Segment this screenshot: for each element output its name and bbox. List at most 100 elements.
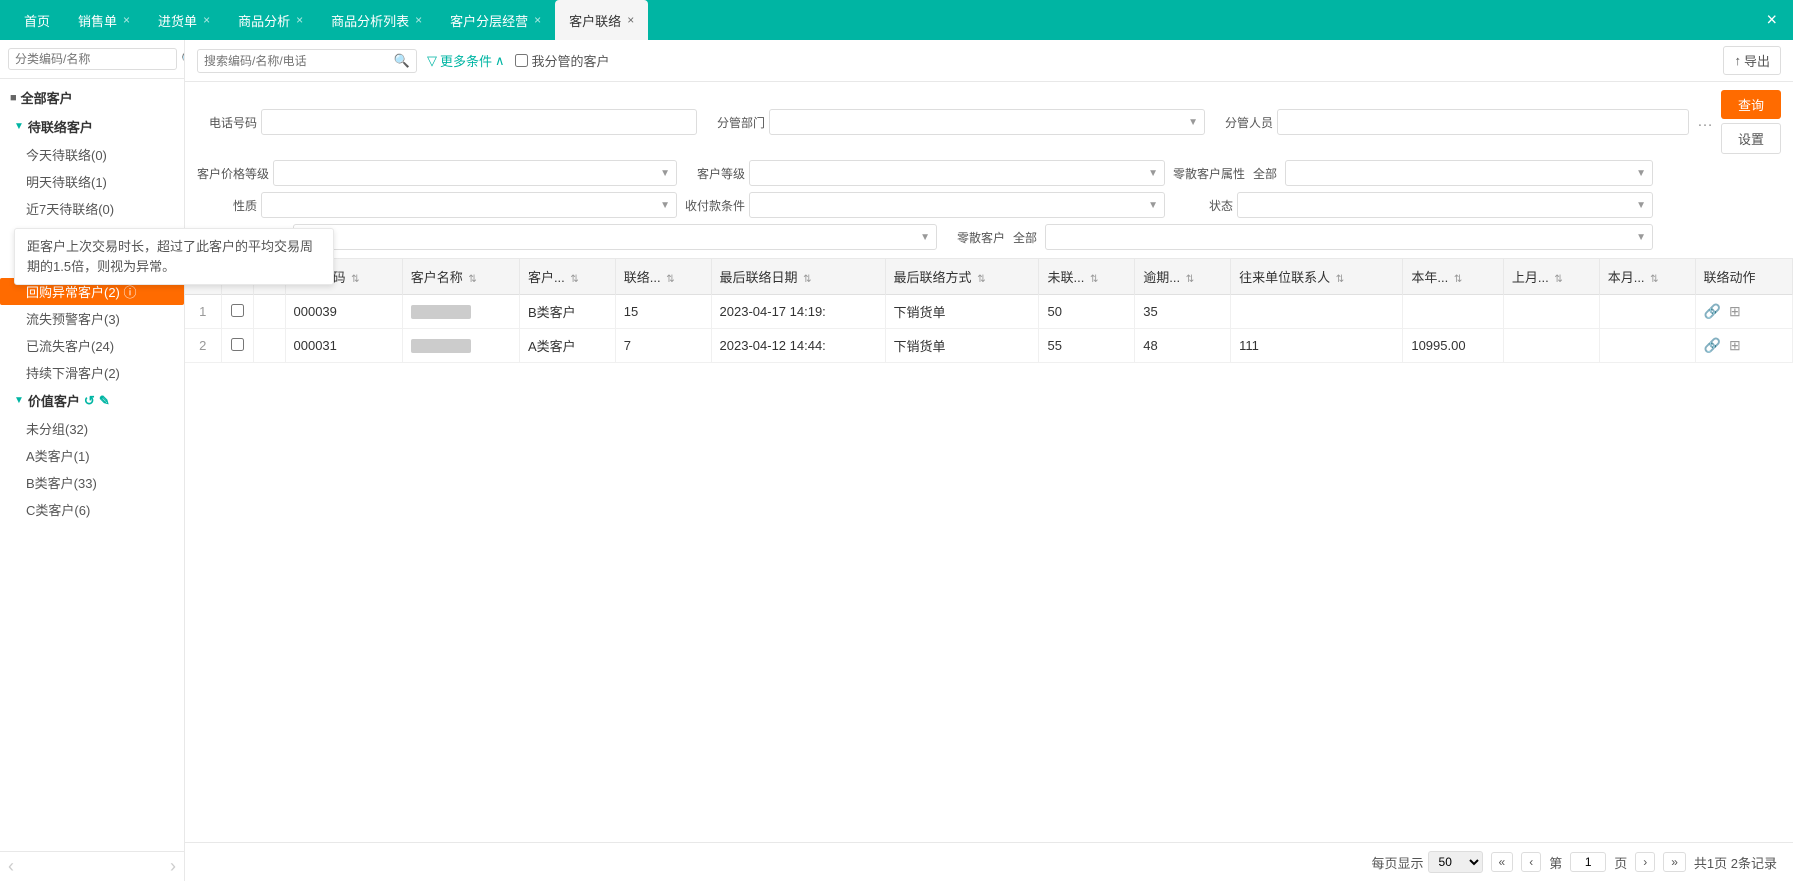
close-product-analysis-tab[interactable]: × — [296, 13, 303, 27]
value-customer-edit-icon[interactable]: ✎ — [99, 393, 110, 409]
col-this-year-header[interactable]: 本年... ⇅ — [1403, 259, 1504, 295]
cell-uncontacted-1: 50 — [1039, 295, 1135, 329]
nav-product-analysis[interactable]: 商品分析 × — [224, 0, 317, 40]
query-button[interactable]: 查询 — [1721, 90, 1781, 119]
sort-contact-icon: ⇅ — [666, 274, 674, 285]
nav-purchase[interactable]: 进货单 × — [144, 0, 224, 40]
sidebar-search-input[interactable] — [8, 48, 177, 70]
next-page-button[interactable]: › — [1635, 852, 1655, 872]
row-1-checkbox[interactable] — [231, 304, 244, 317]
col-unit-contact-header[interactable]: 往来单位联系人 ⇅ — [1231, 259, 1403, 295]
nav-sales[interactable]: 销售单 × — [64, 0, 144, 40]
filter-status-select[interactable]: ▼ — [1237, 192, 1653, 218]
filter-retail-customer-select[interactable]: ▼ — [1045, 224, 1653, 250]
cell-type-2: A类客户 — [519, 329, 615, 363]
col-last-contact-date-header[interactable]: 最后联络日期 ⇅ — [711, 259, 885, 295]
filter-row-3: 性质 ▼ 收付款条件 ▼ 状态 — [197, 192, 1781, 218]
settings-button[interactable]: 设置 — [1721, 123, 1781, 154]
col-last-contact-method-header[interactable]: 最后联络方式 ⇅ — [885, 259, 1039, 295]
export-button[interactable]: ↑ 导出 — [1723, 46, 1781, 75]
first-page-button[interactable]: « — [1491, 852, 1514, 872]
col-this-month-header[interactable]: 本月... ⇅ — [1599, 259, 1695, 295]
close-sales-tab[interactable]: × — [123, 13, 130, 27]
nav-customer-contact[interactable]: 客户联络 × — [555, 0, 648, 40]
filter-payment-select[interactable]: ▼ — [749, 192, 1165, 218]
row-2-checkbox[interactable] — [231, 338, 244, 351]
sidebar-item-today[interactable]: 今天待联络(0) — [0, 141, 184, 168]
sidebar-item-c-class[interactable]: C类客户(6) — [0, 496, 184, 523]
nav-customer-layer[interactable]: 客户分层经营 × — [436, 0, 555, 40]
sidebar-item-churn-warning[interactable]: 流失预警客户(3) — [0, 305, 184, 332]
sort-unit-contact-icon: ⇅ — [1336, 274, 1344, 285]
total-label: 共1页 2条记录 — [1694, 853, 1777, 872]
content-area: 🔍 ▽ 更多条件 ∧ 我分管的客户 ↑ 导出 — [185, 40, 1793, 881]
sidebar-item-7days[interactable]: 近7天待联络(0) — [0, 195, 184, 222]
method-link-1[interactable]: 下销货单 — [894, 305, 946, 320]
close-customer-contact-tab[interactable]: × — [627, 13, 634, 27]
col-last-month-header[interactable]: 上月... ⇅ — [1503, 259, 1599, 295]
close-customer-layer-tab[interactable]: × — [534, 13, 541, 27]
sidebar-section-waiting[interactable]: ▼ 待联络客户 — [0, 112, 184, 141]
row-1-link-icon[interactable]: 🔗 — [1704, 303, 1721, 320]
page-number-input[interactable] — [1570, 852, 1606, 872]
filter-nature-select[interactable]: ▼ — [261, 192, 677, 218]
filter-retail-attr-select[interactable]: ▼ — [1285, 160, 1653, 186]
filter-row-1: 电话号码 分管部门 ▼ 分管人员 … 查询 设置 — [197, 90, 1781, 154]
sidebar-item-ungrouped[interactable]: 未分组(32) — [0, 415, 184, 442]
close-purchase-tab[interactable]: × — [203, 13, 210, 27]
more-conditions-btn[interactable]: ▽ 更多条件 ∧ — [427, 51, 505, 70]
col-type-header[interactable]: 客户... ⇅ — [519, 259, 615, 295]
filter-manager-dots[interactable]: … — [1697, 113, 1713, 131]
row-2-link-icon[interactable]: 🔗 — [1704, 337, 1721, 354]
col-uncontacted-header[interactable]: 未联... ⇅ — [1039, 259, 1135, 295]
page-size-select[interactable]: 50 100 200 — [1428, 851, 1483, 873]
last-page-button[interactable]: » — [1663, 852, 1686, 872]
row-2-grid-icon[interactable]: ⊞ — [1729, 337, 1741, 354]
blurred-name-1 — [411, 305, 471, 319]
cell-checkbox-2 — [221, 329, 253, 363]
filter-customer-type-select[interactable]: ▼ — [293, 224, 937, 250]
row-1-grid-icon[interactable]: ⊞ — [1729, 303, 1741, 320]
col-overdue-header[interactable]: 逾期... ⇅ — [1135, 259, 1231, 295]
filter-payment-label: 收付款条件 — [685, 197, 745, 214]
table-wrap: ⚙ 客户编码 ⇅ 客户名称 ⇅ 客户... ⇅ — [185, 259, 1793, 842]
sidebar-bottom-right-arrow[interactable]: › — [170, 856, 176, 877]
search-input[interactable] — [204, 54, 394, 68]
window-close-button[interactable]: × — [1766, 10, 1777, 31]
sidebar-item-a-class[interactable]: A类客户(1) — [0, 442, 184, 469]
filter-phone-input[interactable] — [261, 109, 697, 135]
filter-customer-grade-select[interactable]: ▼ — [749, 160, 1165, 186]
search-wrap: 🔍 — [197, 49, 417, 73]
sidebar-section-value[interactable]: ▼ 价值客户 ↺ ✎ — [0, 386, 184, 415]
cell-unit-contact-1 — [1231, 295, 1403, 329]
payment-dropdown-arrow: ▼ — [1148, 200, 1158, 211]
col-name-header[interactable]: 客户名称 ⇅ — [402, 259, 519, 295]
nav-product-list[interactable]: 商品分析列表 × — [317, 0, 436, 40]
sidebar-item-b-class[interactable]: B类客户(33) — [0, 469, 184, 496]
prev-page-button[interactable]: ‹ — [1521, 852, 1541, 872]
sidebar-item-declining[interactable]: 持续下滑客户(2) — [0, 359, 184, 386]
table-header-row: ⚙ 客户编码 ⇅ 客户名称 ⇅ 客户... ⇅ — [185, 259, 1793, 295]
sidebar-item-churned[interactable]: 已流失客户(24) — [0, 332, 184, 359]
filter-price-grade-select[interactable]: ▼ — [273, 160, 677, 186]
close-product-list-tab[interactable]: × — [415, 13, 422, 27]
value-customer-refresh-icon[interactable]: ↺ — [84, 393, 95, 409]
filter-manager-input[interactable] — [1277, 109, 1689, 135]
method-link-2[interactable]: 下销货单 — [894, 339, 946, 354]
sidebar: 🔍 ≫ ■ 全部客户 ▼ 待联络客户 今天待联络(0) 明天待联络(1) 近7天… — [0, 40, 185, 881]
filter-row-2: 客户价格等级 ▼ 客户等级 ▼ 零散客户属性 全部 — [197, 160, 1781, 186]
sidebar-item-tomorrow[interactable]: 明天待联络(1) — [0, 168, 184, 195]
search-icon[interactable]: 🔍 — [394, 53, 410, 69]
my-customer-check[interactable]: 我分管的客户 — [515, 51, 610, 70]
filter-phone: 电话号码 — [197, 109, 697, 135]
sidebar-all-customers[interactable]: ■ 全部客户 — [0, 83, 184, 112]
my-customer-checkbox[interactable] — [515, 54, 528, 67]
sidebar-bottom-left-arrow[interactable]: ‹ — [8, 856, 14, 877]
cell-overdue-1: 35 — [1135, 295, 1231, 329]
price-grade-dropdown-arrow: ▼ — [660, 168, 670, 179]
col-contact-header[interactable]: 联络... ⇅ — [615, 259, 711, 295]
nav-home[interactable]: 首页 — [10, 0, 64, 40]
page-suffix: 页 — [1614, 853, 1627, 872]
filter-price-grade-label: 客户价格等级 — [197, 165, 269, 182]
filter-dept-select[interactable]: ▼ — [769, 109, 1205, 135]
